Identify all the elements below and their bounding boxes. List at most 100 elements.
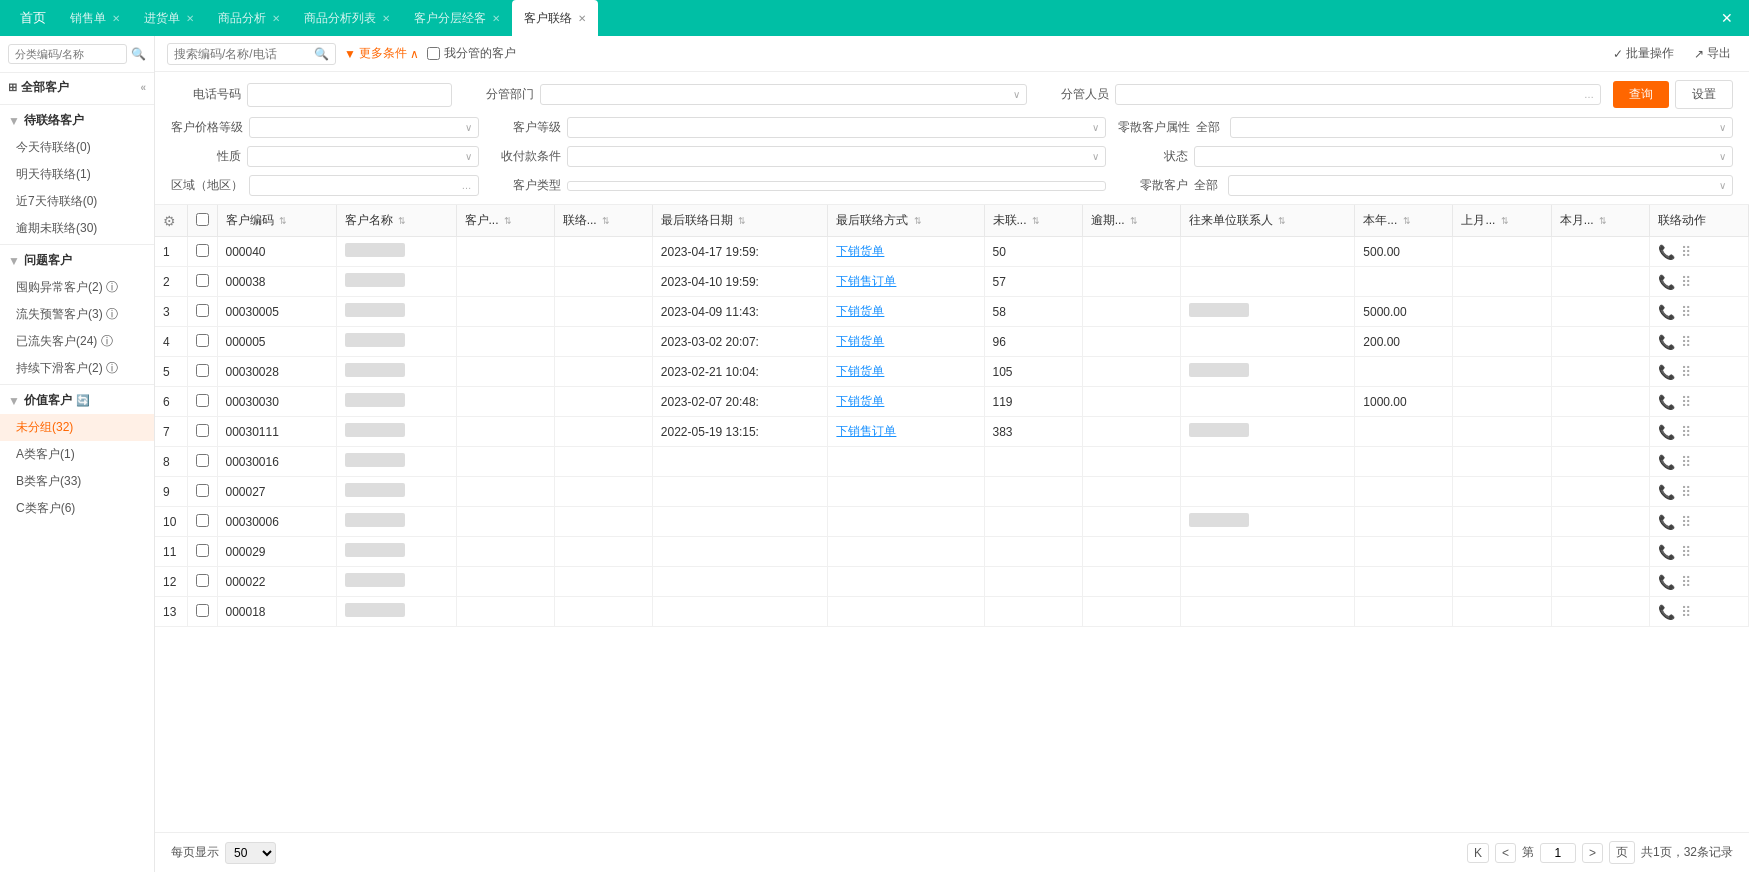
more-icon[interactable]: ⠿ — [1681, 424, 1691, 440]
nav-tab-purchase[interactable]: 进货单 ✕ — [132, 0, 206, 36]
manager-select[interactable]: … — [1115, 84, 1601, 105]
close-analysis-tab[interactable]: ✕ — [272, 13, 280, 24]
close-purchase-tab[interactable]: ✕ — [186, 13, 194, 24]
sidebar-item-today[interactable]: 今天待联络(0) — [0, 134, 154, 161]
query-btn[interactable]: 查询 — [1613, 81, 1669, 108]
sidebar-item-tomorrow[interactable]: 明天待联络(1) — [0, 161, 154, 188]
more-icon[interactable]: ⠿ — [1681, 334, 1691, 350]
more-icon[interactable]: ⠿ — [1681, 454, 1691, 470]
last-method-link[interactable]: 下销售订单 — [836, 274, 896, 288]
select-all-checkbox[interactable] — [196, 213, 209, 226]
my-customers-checkbox[interactable]: 我分管的客户 — [427, 45, 516, 62]
more-icon[interactable]: ⠿ — [1681, 274, 1691, 290]
row-checkbox[interactable] — [196, 244, 209, 257]
call-icon[interactable]: 📞 — [1658, 244, 1675, 260]
last-method-link[interactable]: 下销售订单 — [836, 424, 896, 438]
call-icon[interactable]: 📞 — [1658, 514, 1675, 530]
nav-tab-customer-segment[interactable]: 客户分层经客 ✕ — [402, 0, 512, 36]
last-month-sort-icon[interactable]: ⇅ — [1501, 216, 1509, 226]
per-page-select[interactable]: 50 100 — [225, 842, 276, 864]
prev-page-btn[interactable]: < — [1495, 843, 1516, 863]
more-icon[interactable]: ⠿ — [1681, 484, 1691, 500]
close-contact-tab[interactable]: ✕ — [578, 13, 586, 24]
retail-customer-select[interactable]: ∨ — [1228, 175, 1733, 196]
nav-tab-sales[interactable]: 销售单 ✕ — [58, 0, 132, 36]
sidebar-item-class-a[interactable]: A类客户(1) — [0, 441, 154, 468]
sidebar-item-ungrouped[interactable]: 未分组(32) — [0, 414, 154, 441]
last-page-btn[interactable]: 页 — [1609, 841, 1635, 864]
price-level-select[interactable]: ∨ — [249, 117, 479, 138]
nature-select[interactable]: ∨ — [247, 146, 479, 167]
last-date-sort-icon[interactable]: ⇅ — [738, 216, 746, 226]
more-icon[interactable]: ⠿ — [1681, 514, 1691, 530]
row-checkbox[interactable] — [196, 484, 209, 497]
call-icon[interactable]: 📞 — [1658, 394, 1675, 410]
call-icon[interactable]: 📞 — [1658, 304, 1675, 320]
not-contact-sort-icon[interactable]: ⇅ — [1032, 216, 1040, 226]
row-checkbox[interactable] — [196, 364, 209, 377]
customer-type-select[interactable] — [567, 181, 1106, 191]
sidebar-item-overdue[interactable]: 逾期未联络(30) — [0, 215, 154, 242]
more-icon[interactable]: ⠿ — [1681, 304, 1691, 320]
row-checkbox[interactable] — [196, 424, 209, 437]
search-icon[interactable]: 🔍 — [314, 47, 329, 61]
more-icon[interactable]: ⠿ — [1681, 394, 1691, 410]
all-customers-header[interactable]: ⊞ 全部客户 « — [0, 73, 154, 102]
call-icon[interactable]: 📞 — [1658, 424, 1675, 440]
more-icon[interactable]: ⠿ — [1681, 244, 1691, 260]
close-segment-tab[interactable]: ✕ — [492, 13, 500, 24]
more-icon[interactable]: ⠿ — [1681, 604, 1691, 620]
call-icon[interactable]: 📞 — [1658, 454, 1675, 470]
last-method-link[interactable]: 下销货单 — [836, 244, 884, 258]
more-conditions-btn[interactable]: ▼ 更多条件 ∧ — [344, 45, 419, 62]
first-page-btn[interactable]: K — [1467, 843, 1489, 863]
unit-contact-sort-icon[interactable]: ⇅ — [1278, 216, 1286, 226]
this-year-sort-icon[interactable]: ⇅ — [1403, 216, 1411, 226]
call-icon[interactable]: 📞 — [1658, 364, 1675, 380]
row-checkbox[interactable] — [196, 574, 209, 587]
export-btn[interactable]: ↗ 导出 — [1688, 42, 1737, 65]
table-settings-icon[interactable]: ⚙ — [163, 213, 176, 229]
call-icon[interactable]: 📞 — [1658, 544, 1675, 560]
this-month-sort-icon[interactable]: ⇅ — [1599, 216, 1607, 226]
sidebar-group-pending[interactable]: ▼ 待联络客户 — [0, 107, 154, 134]
call-icon[interactable]: 📞 — [1658, 274, 1675, 290]
row-checkbox[interactable] — [196, 604, 209, 617]
contact-sort-icon[interactable]: ⇅ — [602, 216, 610, 226]
retail-attr-select[interactable]: ∨ — [1230, 117, 1733, 138]
row-checkbox[interactable] — [196, 544, 209, 557]
close-sales-tab[interactable]: ✕ — [112, 13, 120, 24]
batch-op-btn[interactable]: ✓ 批量操作 — [1607, 42, 1680, 65]
row-checkbox[interactable] — [196, 514, 209, 527]
last-method-link[interactable]: 下销货单 — [836, 364, 884, 378]
call-icon[interactable]: 📞 — [1658, 334, 1675, 350]
phone-input[interactable] — [247, 83, 452, 107]
overdue-sort-icon[interactable]: ⇅ — [1130, 216, 1138, 226]
sidebar-item-abnormal[interactable]: 囤购异常客户(2) ⓘ — [0, 274, 154, 301]
close-analysis-list-tab[interactable]: ✕ — [382, 13, 390, 24]
my-customers-check[interactable] — [427, 47, 440, 60]
sidebar-item-churn-warning[interactable]: 流失预警客户(3) ⓘ — [0, 301, 154, 328]
row-checkbox[interactable] — [196, 274, 209, 287]
window-close-btn[interactable]: ✕ — [1713, 10, 1741, 26]
status-select[interactable]: ∨ — [1194, 146, 1733, 167]
sidebar-item-declining[interactable]: 持续下滑客户(2) ⓘ — [0, 355, 154, 382]
nav-tab-analysis[interactable]: 商品分析 ✕ — [206, 0, 292, 36]
sidebar-group-problem[interactable]: ▼ 问题客户 — [0, 247, 154, 274]
code-sort-icon[interactable]: ⇅ — [279, 216, 287, 226]
nav-tab-analysis-list[interactable]: 商品分析列表 ✕ — [292, 0, 402, 36]
last-method-link[interactable]: 下销货单 — [836, 334, 884, 348]
sidebar-search-input[interactable] — [8, 44, 127, 64]
sidebar-item-class-b[interactable]: B类客户(33) — [0, 468, 154, 495]
sidebar-item-churned[interactable]: 已流失客户(24) ⓘ — [0, 328, 154, 355]
nav-tab-customer-contact[interactable]: 客户联络 ✕ — [512, 0, 598, 36]
more-icon[interactable]: ⠿ — [1681, 364, 1691, 380]
next-page-btn[interactable]: > — [1582, 843, 1603, 863]
page-input[interactable] — [1540, 843, 1576, 863]
type-sort-icon[interactable]: ⇅ — [504, 216, 512, 226]
last-method-link[interactable]: 下销货单 — [836, 394, 884, 408]
dept-select[interactable]: ∨ — [540, 84, 1026, 105]
last-method-link[interactable]: 下销货单 — [836, 304, 884, 318]
more-icon[interactable]: ⠿ — [1681, 544, 1691, 560]
last-method-sort-icon[interactable]: ⇅ — [914, 216, 922, 226]
